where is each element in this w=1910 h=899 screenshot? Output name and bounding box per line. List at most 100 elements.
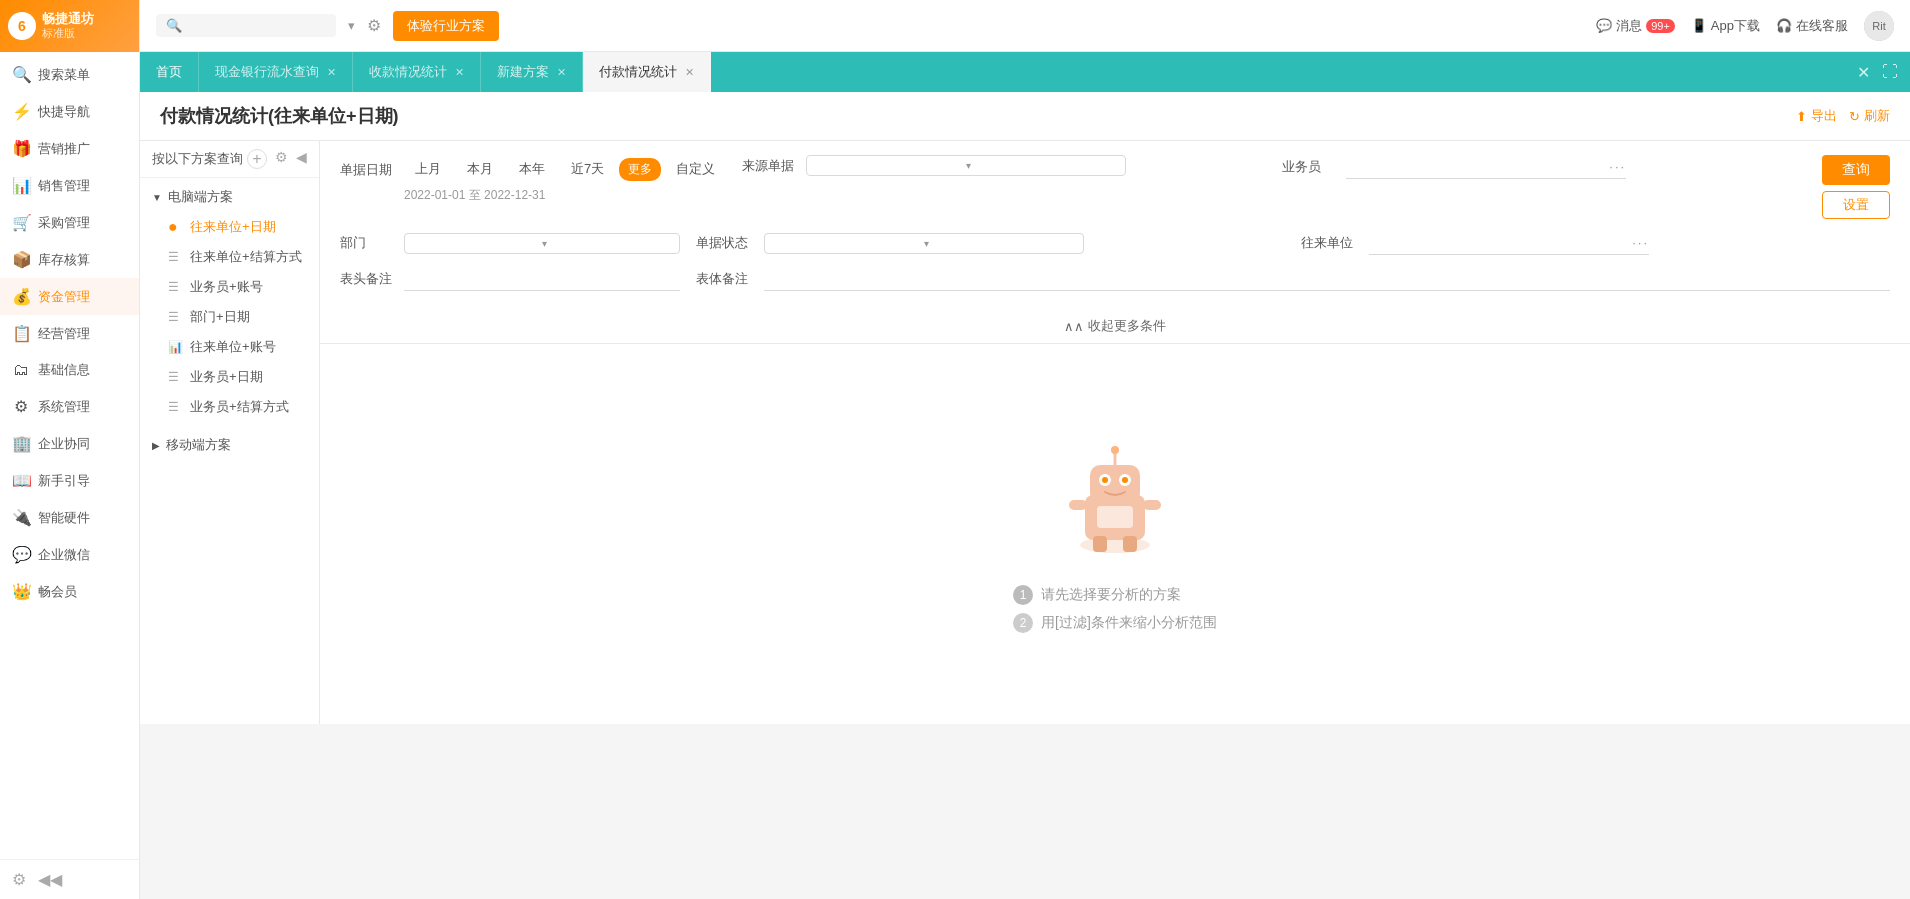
topbar-dropdown-icon[interactable]: ▾ (348, 18, 355, 33)
collapse-btn[interactable]: ∧∧ 收起更多条件 (1064, 317, 1166, 335)
source-select[interactable]: ▾ (806, 155, 1126, 176)
sidebar-item-operations[interactable]: 📋 经营管理 (0, 315, 139, 352)
messages-btn[interactable]: 💬 消息 99+ (1596, 17, 1675, 35)
query-btn[interactable]: 查询 (1822, 155, 1890, 185)
scheme-item-unit-account[interactable]: 📊 往来单位+账号 (140, 332, 319, 362)
guide-icon: 📖 (12, 471, 30, 490)
scheme-unit-date-icon: ● (168, 218, 184, 236)
sidebar-item-quick-nav[interactable]: ⚡ 快捷导航 (0, 93, 139, 130)
scheme-item-unit-settlement[interactable]: ☰ 往来单位+结算方式 (140, 242, 319, 272)
date-label: 单据日期 (340, 155, 396, 179)
filter-actions: 查询 设置 (1806, 155, 1890, 219)
settings-btn[interactable]: 设置 (1822, 191, 1890, 219)
download-icon: 📱 (1691, 18, 1707, 33)
tabbar: 首页 现金银行流水查询 ✕ 收款情况统计 ✕ 新建方案 ✕ 付款情况统计 ✕ ✕… (140, 52, 1910, 92)
sidebar-item-basic[interactable]: 🗂 基础信息 (0, 352, 139, 388)
tab-payment-stats-close[interactable]: ✕ (685, 66, 694, 79)
empty-illustration (1050, 435, 1180, 565)
tab-new-scheme-close[interactable]: ✕ (557, 66, 566, 79)
refresh-btn[interactable]: ↻ 刷新 (1849, 107, 1890, 125)
date-btn-last7days[interactable]: 近7天 (560, 155, 615, 183)
app-download-btn[interactable]: 📱 App下载 (1691, 17, 1760, 35)
scheme-desktop-arrow-icon: ▼ (152, 192, 162, 203)
collapse-bar[interactable]: ∧∧ 收起更多条件 (320, 309, 1910, 344)
robot-svg (1055, 440, 1175, 560)
filter-trading-unit-group: 往来单位 ··· (1301, 231, 1890, 255)
sidebar-item-inventory[interactable]: 📦 库存核算 (0, 241, 139, 278)
scheme-item-salesman-settlement[interactable]: ☰ 业务员+结算方式 (140, 392, 319, 422)
tab-home[interactable]: 首页 (140, 52, 199, 92)
tab-close-all-icon[interactable]: ✕ (1857, 63, 1870, 82)
tab-payment-stats-label: 付款情况统计 (599, 63, 677, 81)
scheme-settings-icon[interactable]: ⚙ (275, 149, 288, 169)
head-note-field[interactable] (404, 271, 644, 286)
footer-settings-icon[interactable]: ⚙ (12, 870, 26, 889)
scheme-add-icon[interactable]: + (247, 149, 267, 169)
body-note-input[interactable] (764, 267, 1890, 291)
topbar: 🔍 ▾ ⚙ 体验行业方案 💬 消息 99+ 📱 App下载 🎧 在线客服 Rit (140, 0, 1910, 52)
export-btn[interactable]: ⬆ 导出 (1796, 107, 1837, 125)
topbar-gear-icon[interactable]: ⚙ (367, 16, 381, 35)
sidebar-item-capital[interactable]: 💰 资金管理 (0, 278, 139, 315)
sidebar-item-guide[interactable]: 📖 新手引导 (0, 462, 139, 499)
tab-bank-flow-close[interactable]: ✕ (327, 66, 336, 79)
operations-icon: 📋 (12, 324, 30, 343)
trading-unit-dots-icon[interactable]: ··· (1632, 235, 1649, 250)
scheme-item-dept-date[interactable]: ☰ 部门+日期 (140, 302, 319, 332)
sidebar-item-system[interactable]: ⚙ 系统管理 (0, 388, 139, 425)
sidebar-item-hardware[interactable]: 🔌 智能硬件 (0, 499, 139, 536)
footer-collapse-icon[interactable]: ◀◀ (38, 870, 62, 889)
sidebar-logo: 6 (8, 12, 36, 40)
filter-source-group: 来源单据 ▾ (742, 155, 1266, 176)
salesman-dots-icon[interactable]: ··· (1609, 159, 1626, 174)
tab-collection-stats-close[interactable]: ✕ (455, 66, 464, 79)
date-btn-this-year[interactable]: 本年 (508, 155, 556, 183)
scheme-item-unit-date[interactable]: ● 往来单位+日期 (140, 212, 319, 242)
date-buttons-row: 上月 本月 本年 近7天 更多 自定义 (404, 155, 726, 183)
date-btn-last-month[interactable]: 上月 (404, 155, 452, 183)
salesman-input[interactable]: ··· (1346, 155, 1626, 179)
topbar-search-box[interactable]: 🔍 (156, 14, 336, 37)
scheme-item-salesman-account[interactable]: ☰ 业务员+账号 (140, 272, 319, 302)
date-btn-this-month[interactable]: 本月 (456, 155, 504, 183)
sidebar-item-sales[interactable]: 📊 销售管理 (0, 167, 139, 204)
date-btn-custom[interactable]: 自定义 (665, 155, 726, 183)
sidebar-item-enterprise[interactable]: 🏢 企业协同 (0, 425, 139, 462)
filter-wrapper: 单据日期 上月 本月 本年 近7天 更多 自定义 (320, 141, 1910, 309)
svg-point-4 (1102, 477, 1108, 483)
sidebar-item-member[interactable]: 👑 畅会员 (0, 573, 139, 610)
scheme-item-salesman-date[interactable]: ☰ 业务员+日期 (140, 362, 319, 392)
head-note-input[interactable] (404, 267, 680, 291)
tab-collection-stats[interactable]: 收款情况统计 ✕ (353, 52, 481, 92)
industry-btn[interactable]: 体验行业方案 (393, 11, 499, 41)
refresh-icon: ↻ (1849, 109, 1860, 124)
filter-date-group: 单据日期 上月 本月 本年 近7天 更多 自定义 (340, 155, 726, 204)
svg-rect-2 (1090, 465, 1140, 503)
topbar-search-input[interactable] (188, 18, 308, 33)
dept-select[interactable]: ▾ (404, 233, 680, 254)
body-note-field[interactable] (764, 271, 1064, 286)
tab-new-scheme[interactable]: 新建方案 ✕ (481, 52, 583, 92)
tab-expand-icon[interactable]: ⛶ (1882, 63, 1898, 81)
user-avatar[interactable]: Rit (1864, 11, 1894, 41)
filter-body-note-group: 表体备注 (696, 267, 1890, 291)
sidebar-member-label: 畅会员 (38, 583, 77, 601)
filter-row-2: 部门 ▾ 单据状态 ▾ (340, 231, 1890, 255)
sidebar: 6 畅捷通坊 标准版 🔍 搜索菜单 ⚡ 快捷导航 🎁 营销推广 📊 销售管理 🛒… (0, 0, 140, 899)
sidebar-item-purchase[interactable]: 🛒 采购管理 (0, 204, 139, 241)
topbar-actions: 💬 消息 99+ 📱 App下载 🎧 在线客服 Rit (1596, 11, 1894, 41)
scheme-salesman-settlement-label: 业务员+结算方式 (190, 398, 289, 416)
tab-payment-stats[interactable]: 付款情况统计 ✕ (583, 52, 711, 92)
sidebar-item-marketing[interactable]: 🎁 营销推广 (0, 130, 139, 167)
trading-unit-input[interactable]: ··· (1369, 231, 1649, 255)
tab-bank-flow[interactable]: 现金银行流水查询 ✕ (199, 52, 353, 92)
sidebar-item-search[interactable]: 🔍 搜索菜单 (0, 56, 139, 93)
date-btn-more[interactable]: 更多 (619, 158, 661, 181)
scheme-mobile-group-header[interactable]: ▶ 移动端方案 (140, 430, 319, 460)
sidebar-item-weichat[interactable]: 💬 企业微信 (0, 536, 139, 573)
sidebar-operations-label: 经营管理 (38, 325, 90, 343)
scheme-desktop-group-header[interactable]: ▼ 电脑端方案 (140, 182, 319, 212)
voucher-status-select[interactable]: ▾ (764, 233, 1084, 254)
online-service-btn[interactable]: 🎧 在线客服 (1776, 17, 1848, 35)
scheme-collapse-icon[interactable]: ◀ (296, 149, 307, 169)
